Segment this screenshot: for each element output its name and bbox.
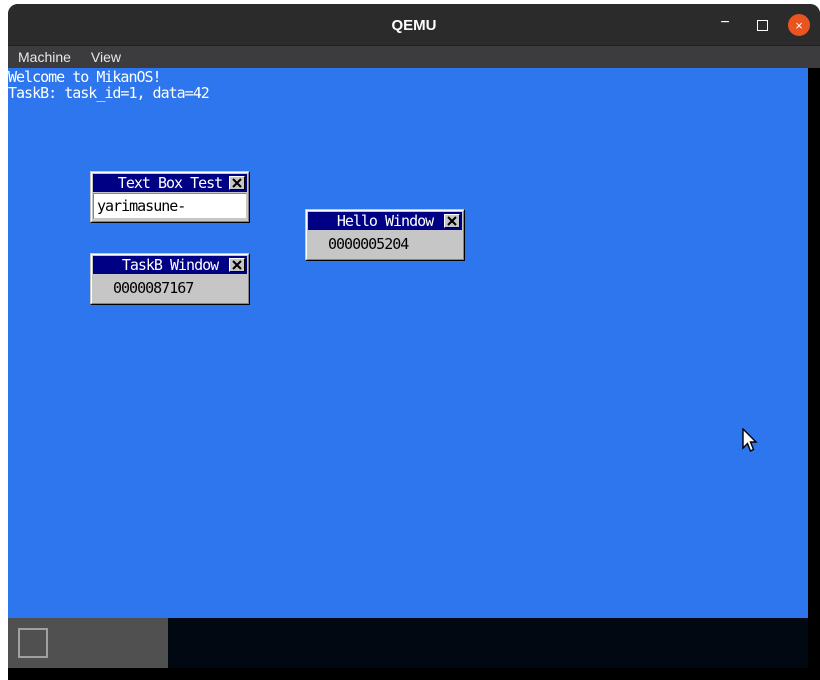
taskb-window-close-button[interactable] <box>229 258 245 272</box>
maximize-icon <box>756 19 768 31</box>
qemu-window: QEMU − × Machine View Welcome to MikanOS… <box>8 4 820 680</box>
text-box-test-titlebar[interactable]: Text Box Test <box>93 174 247 192</box>
hello-window-titlebar[interactable]: Hello Window <box>308 212 462 230</box>
window-controls: − × <box>714 4 810 46</box>
menu-item-machine[interactable]: Machine <box>18 49 71 65</box>
emulator-display-area: Welcome to MikanOS! TaskB: task_id=1, dat… <box>8 68 820 679</box>
hello-window-counter: 0000005204 <box>328 235 409 253</box>
qemu-menubar: Machine View <box>8 46 820 68</box>
window-frame: Hello Window 0000005204 <box>306 210 464 260</box>
taskbar-menu-icon <box>18 628 48 658</box>
console-output: Welcome to MikanOS! TaskB: task_id=1, dat… <box>8 69 210 102</box>
taskb-window-title: TaskB Window <box>121 256 219 274</box>
window-frame: TaskB Window 0000087167 <box>91 254 249 304</box>
taskb-window-counter: 0000087167 <box>113 279 194 297</box>
window-frame: Text Box Test yarimasune- <box>91 172 249 222</box>
close-icon <box>447 216 457 226</box>
os-taskbar <box>8 618 808 668</box>
text-input-value: yarimasune- <box>97 197 186 215</box>
window-title: QEMU <box>391 16 437 34</box>
maximize-button[interactable] <box>751 14 773 36</box>
close-icon <box>232 260 242 270</box>
close-icon <box>232 178 242 188</box>
taskb-window-titlebar[interactable]: TaskB Window <box>93 256 247 274</box>
text-input[interactable]: yarimasune- <box>93 193 247 219</box>
text-box-test-close-button[interactable] <box>229 176 245 190</box>
menu-item-view[interactable]: View <box>91 49 121 65</box>
mikanos-desktop[interactable]: Welcome to MikanOS! TaskB: task_id=1, dat… <box>8 68 808 668</box>
close-button[interactable]: × <box>788 14 810 36</box>
qemu-titlebar[interactable]: QEMU − × <box>8 4 820 46</box>
hello-window-title: Hello Window <box>336 212 434 230</box>
mouse-cursor-icon <box>742 428 758 452</box>
console-line-2: TaskB: task_id=1, data=42 <box>8 84 210 102</box>
window-hello: Hello Window 0000005204 <box>305 209 465 261</box>
hello-window-close-button[interactable] <box>444 214 460 228</box>
os-taskbar-left-panel <box>8 618 168 668</box>
minimize-icon: − <box>720 14 730 31</box>
minimize-button[interactable]: − <box>714 14 736 36</box>
window-text-box-test: Text Box Test yarimasune- <box>90 171 250 223</box>
window-taskb: TaskB Window 0000087167 <box>90 253 250 305</box>
text-box-test-title: Text Box Test <box>117 174 223 192</box>
close-icon: × <box>795 17 803 33</box>
